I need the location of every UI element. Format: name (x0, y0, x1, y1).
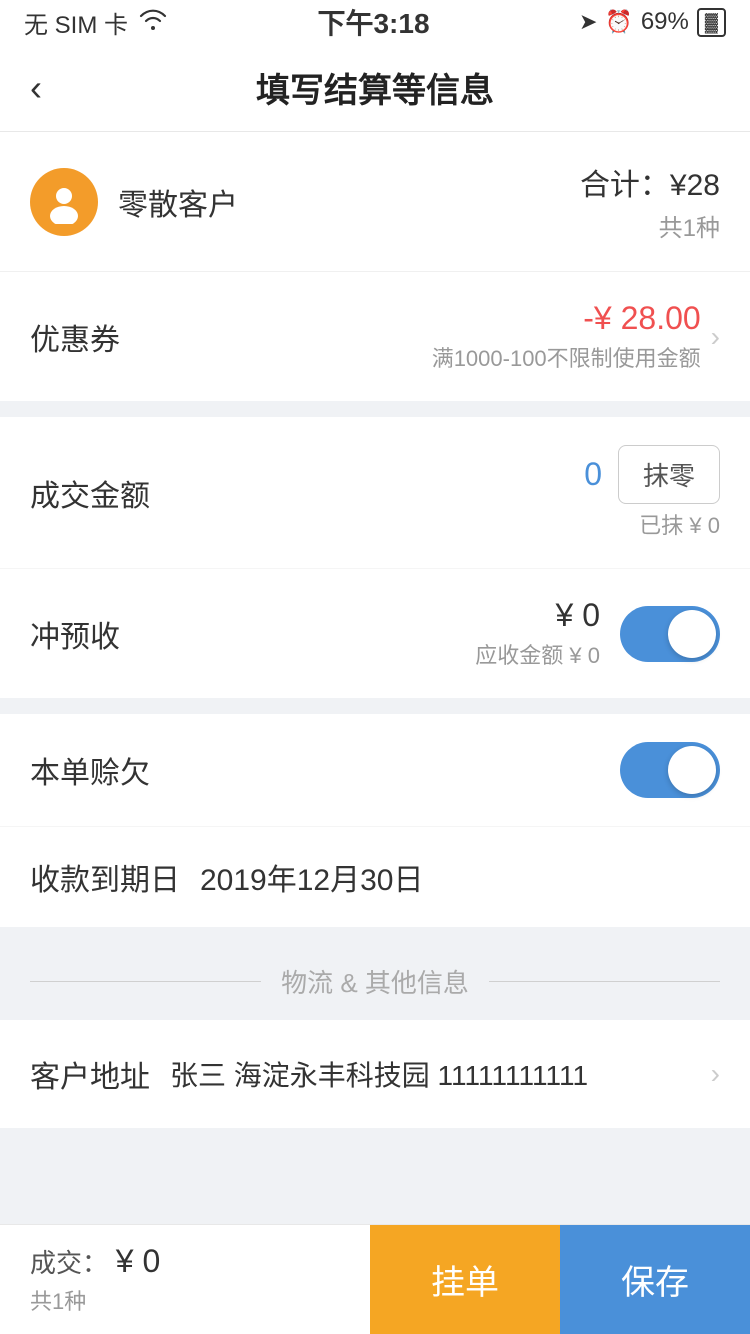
status-bar: 无 SIM 卡 下午3:18 ➤ ⏰ 69% ▓ (0, 0, 750, 44)
avatar (30, 168, 98, 236)
due-date-value: 2019年12月30日 (200, 855, 423, 899)
total-price: 合计：¥28 (580, 160, 720, 204)
customer-right: 合计：¥28 共1种 (580, 160, 720, 243)
coupon-description: 满1000-100不限制使用金额 (432, 341, 701, 373)
save-button[interactable]: 保存 (560, 1225, 750, 1334)
transaction-section: 成交金额 0 抹零 已抹 ¥ 0 冲预收 ¥ 0 应收金额 ¥ 0 (0, 417, 750, 698)
status-right: ➤ ⏰ 69% ▓ (579, 8, 726, 37)
divider-line-left (30, 981, 261, 982)
battery-text: 69% (641, 8, 689, 36)
address-row[interactable]: 客户地址 张三 海淀永丰科技园 11111111111 › (0, 1020, 750, 1128)
carrier-text: 无 SIM 卡 (24, 5, 128, 40)
charge-main-amount: ¥ 0 (475, 597, 600, 634)
divider-line-right (489, 981, 720, 982)
bottom-bar: 成交： ¥ 0 共1种 挂单 保存 (0, 1224, 750, 1334)
address-chevron-icon: › (711, 1058, 720, 1090)
total-count: 共1种 (580, 208, 720, 243)
hold-button[interactable]: 挂单 (370, 1225, 560, 1334)
address-section: 客户地址 张三 海淀永丰科技园 11111111111 › (0, 1020, 750, 1128)
debt-row: 本单赊欠 (0, 714, 750, 827)
logistics-label: 物流 & 其他信息 (261, 963, 489, 1000)
back-button[interactable]: ‹ (20, 57, 52, 119)
alarm-icon: ⏰ (605, 9, 632, 35)
chevron-right-icon: › (711, 321, 720, 353)
wifi-icon (138, 8, 168, 37)
charge-sub-text: 应收金额 ¥ 0 (475, 638, 600, 670)
bottom-info: 成交： ¥ 0 共1种 (0, 1243, 370, 1316)
location-icon: ➤ (579, 9, 597, 35)
page-title: 填写结算等信息 (256, 63, 494, 112)
customer-name: 零散客户 (118, 180, 238, 224)
address-value: 张三 海淀永丰科技园 11111111111 (170, 1054, 711, 1094)
bottom-trade-info: 成交： ¥ 0 (30, 1243, 340, 1280)
charge-right: ¥ 0 应收金额 ¥ 0 (475, 597, 720, 670)
bottom-count: 共1种 (30, 1284, 340, 1316)
coupon-row[interactable]: 优惠券 -¥ 28.00 满1000-100不限制使用金额 › (0, 271, 750, 401)
transaction-sub-text: 已抹 ¥ 0 (584, 508, 720, 540)
coupon-right: -¥ 28.00 满1000-100不限制使用金额 › (432, 300, 720, 373)
bottom-trade-label: 成交： (30, 1248, 108, 1278)
customer-left: 零散客户 (30, 168, 238, 236)
status-time: 下午3:18 (317, 2, 429, 42)
bottom-trade-amount: ¥ 0 (116, 1243, 160, 1279)
coupon-discount: -¥ 28.00 (432, 300, 701, 337)
customer-section: 零散客户 合计：¥28 共1种 优惠券 -¥ 28.00 满1000-100不限… (0, 132, 750, 401)
status-left: 无 SIM 卡 (24, 5, 168, 40)
debt-toggle[interactable] (620, 742, 720, 798)
transaction-right: 0 抹零 (584, 445, 720, 504)
charge-amounts: ¥ 0 应收金额 ¥ 0 (475, 597, 600, 670)
round-button[interactable]: 抹零 (618, 445, 720, 504)
debt-label: 本单赊欠 (30, 748, 150, 792)
debt-section: 本单赊欠 收款到期日 2019年12月30日 (0, 714, 750, 927)
due-date-label: 收款到期日 (30, 855, 180, 899)
coupon-label: 优惠券 (30, 315, 120, 359)
transaction-value: 0 (584, 456, 602, 493)
transaction-row: 成交金额 0 抹零 已抹 ¥ 0 (0, 417, 750, 569)
logistics-divider: 物流 & 其他信息 (0, 943, 750, 1020)
battery-icon: ▓ (697, 8, 726, 37)
charge-label: 冲预收 (30, 612, 120, 656)
customer-row: 零散客户 合计：¥28 共1种 (0, 132, 750, 271)
due-date-row: 收款到期日 2019年12月30日 (0, 827, 750, 927)
charge-toggle[interactable] (620, 606, 720, 662)
address-label: 客户地址 (30, 1052, 150, 1096)
nav-bar: ‹ 填写结算等信息 (0, 44, 750, 132)
charge-row: 冲预收 ¥ 0 应收金额 ¥ 0 (0, 569, 750, 698)
transaction-label: 成交金额 (30, 471, 150, 515)
